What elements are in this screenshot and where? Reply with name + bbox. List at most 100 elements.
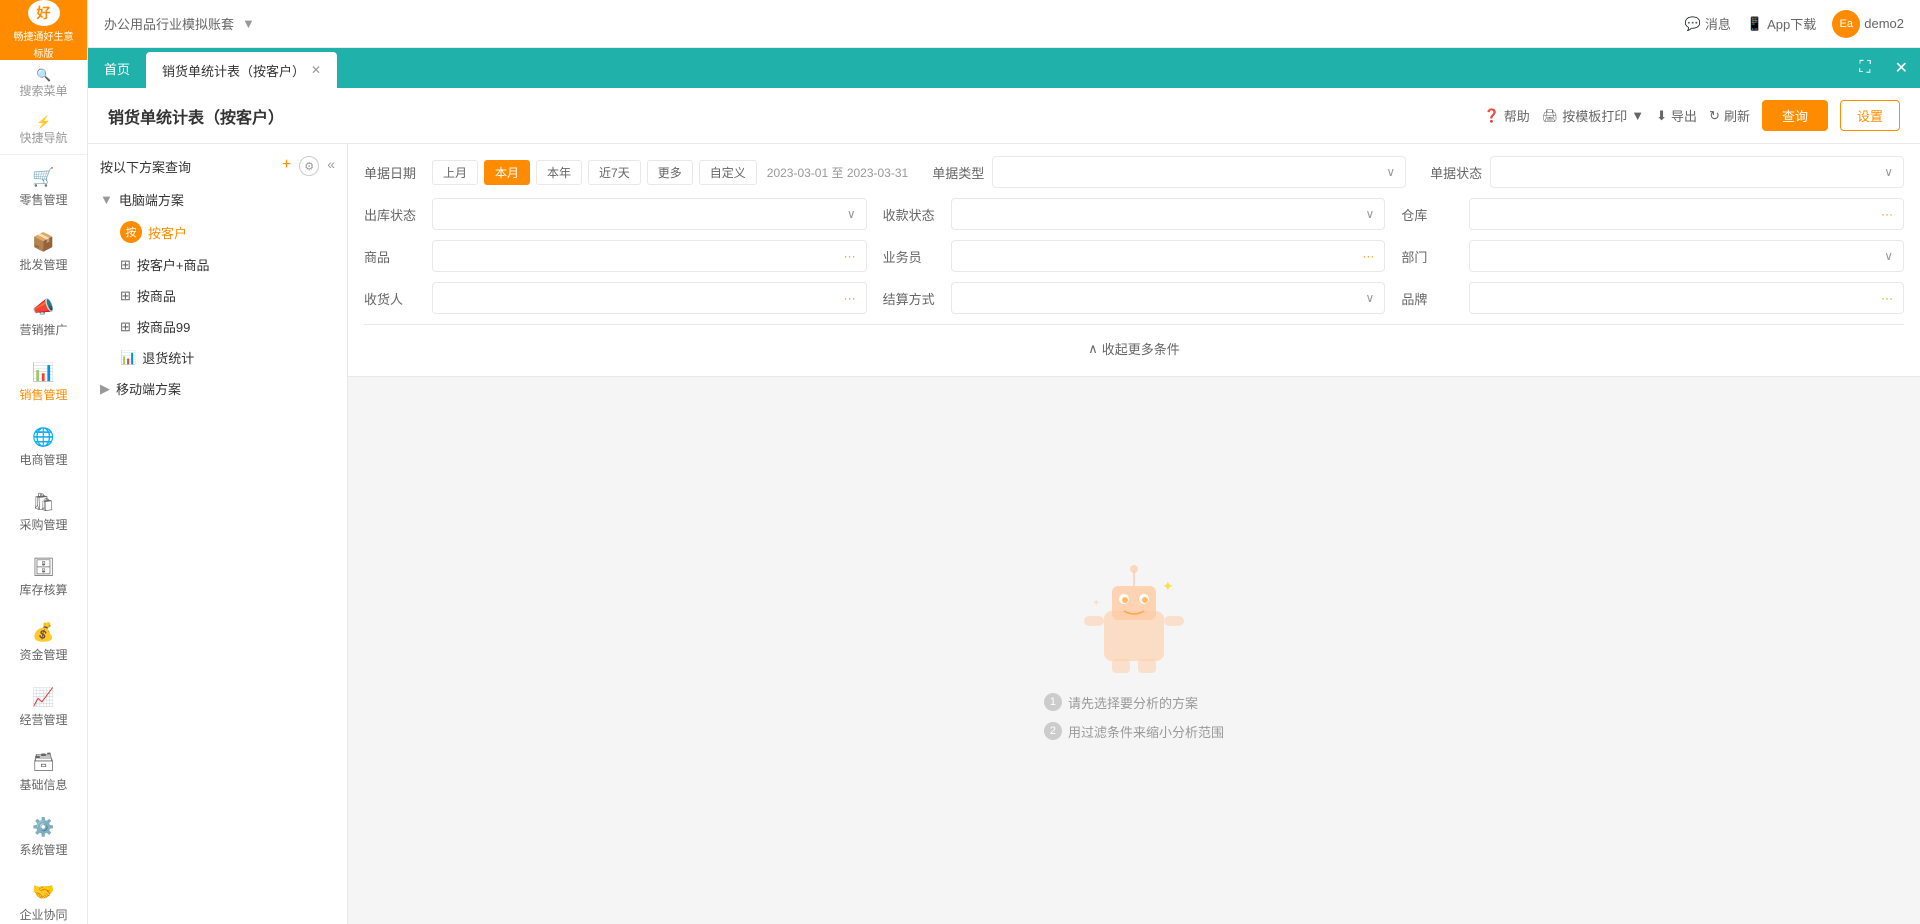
inventory-label: 库存核算 [19,581,67,598]
order-type-select[interactable]: ∨ [992,156,1406,188]
staff-select[interactable]: ··· [951,240,1386,272]
step2-text: 用过滤条件来缩小分析范围 [1068,722,1224,741]
refresh-btn[interactable]: ↻ 刷新 [1709,106,1750,125]
sidebar-item-inventory[interactable]: 🗄 库存核算 [0,545,87,610]
out-status-chevron: ∨ [847,207,856,221]
sidebar-item-purchase[interactable]: 🛍 采购管理 [0,480,87,545]
export-label: 导出 [1671,106,1697,125]
operations-icon: 📈 [32,687,54,708]
date-btn-this-year[interactable]: 本年 [536,160,582,185]
date-range: 2023-03-01 至 2023-03-31 [767,164,908,181]
ecommerce-icon: 🌐 [32,427,54,448]
dept-select[interactable]: ∨ [1469,240,1904,272]
sidebar-item-ecommerce[interactable]: 🌐 电商管理 [0,415,87,480]
warehouse-dots[interactable]: ··· [1881,207,1893,221]
date-btn-custom[interactable]: 自定义 [699,160,757,185]
tree-item-customer-goods[interactable]: ⊞ 按客户+商品 [88,249,347,280]
quicknav-label: 快捷导航 [19,129,67,146]
add-scheme-btn[interactable]: + [282,156,291,176]
refresh-label: 刷新 [1724,106,1750,125]
export-btn[interactable]: ⬇ 导出 [1656,106,1697,125]
filter-row-4: 收货人 ··· 结算方式 ∨ [364,282,1904,314]
help-btn[interactable]: ❓ 帮助 [1484,106,1530,125]
order-type-chevron: ∨ [1386,165,1395,179]
tab-expand-btn[interactable]: ⛶ [1847,59,1882,77]
window-close-btn[interactable]: ✕ [1883,58,1920,78]
warehouse-select[interactable]: ··· [1469,198,1904,230]
dept-chevron: ∨ [1884,249,1893,263]
dropdown-icon[interactable]: ▼ [242,16,255,31]
logo-text: 畅捷通好生意 [14,28,74,43]
edit-scheme-btn[interactable]: ⚙ [299,156,319,176]
industry-name: 办公用品行业模拟账套 [104,14,234,33]
filter-row-3: 商品 ··· 业务员 ··· [364,240,1904,272]
tree-pc-arrow: ▼ [100,192,113,207]
sidebar-item-operations[interactable]: 📈 经营管理 [0,675,87,740]
system-icon: ⚙️ [32,817,54,838]
sidebar-item-basic[interactable]: 🗃 基础信息 [0,740,87,805]
dept-label: 部门 [1401,247,1461,266]
settings-button[interactable]: 设置 [1840,100,1900,131]
date-btn-last7[interactable]: 近7天 [588,160,641,185]
receiver-dots[interactable]: ··· [844,291,856,305]
sidebar-item-search[interactable]: 🔍 搜索菜单 [0,60,87,107]
print-btn[interactable]: 🖨 按模板打印 ▼ [1542,106,1644,125]
search-label: 搜索菜单 [19,82,67,99]
tree-section-mobile[interactable]: ▶ 移动端方案 [88,373,347,404]
tree-section-pc[interactable]: ▼ 电脑端方案 [88,184,347,215]
date-btn-this-month[interactable]: 本月 [484,160,530,185]
tree-item-by-goods-99[interactable]: ⊞ 按商品99 [88,311,347,342]
out-status-select[interactable]: ∨ [432,198,867,230]
collapse-panel-btn[interactable]: « [327,156,335,176]
sidebar-item-wholesale[interactable]: 📦 批发管理 [0,220,87,285]
sidebar-item-quicknav[interactable]: ⚡ 快捷导航 [0,107,87,155]
staff-dots[interactable]: ··· [1362,249,1374,263]
order-type-label: 单据类型 [924,163,984,182]
sidebar-item-system[interactable]: ⚙️ 系统管理 [0,805,87,870]
user-area[interactable]: Ea demo2 [1832,10,1904,38]
receiver-select[interactable]: ··· [432,282,867,314]
tree-pc-label: 电脑端方案 [119,190,184,209]
sidebar-item-retail[interactable]: 🛒 零售管理 [0,155,87,220]
tree-item-return-stat[interactable]: 📊 退货统计 [88,342,347,373]
empty-step-1: 1 请先选择要分析的方案 [1044,693,1224,712]
goods-dots[interactable]: ··· [844,249,856,263]
empty-state: ✦ ✦ 1 请先选择要分析的方案 2 用过滤条件来缩小分析范围 [348,377,1920,924]
by-goods-icon: ⊞ [120,288,131,304]
basic-label: 基础信息 [19,776,67,793]
receipt-status-select[interactable]: ∨ [951,198,1386,230]
order-status-select[interactable]: ∨ [1490,156,1904,188]
tab-home[interactable]: 首页 [88,48,146,88]
app-download-btn[interactable]: 📱 App下载 [1747,14,1816,33]
date-btn-more[interactable]: 更多 [647,160,693,185]
message-label: 消息 [1705,14,1731,33]
payment-select[interactable]: ∨ [951,282,1386,314]
sidebar-item-marketing[interactable]: 📣 营销推广 [0,285,87,350]
by-customer-label: 按客户 [148,223,187,242]
payment-label: 结算方式 [883,289,943,308]
tree-item-by-customer[interactable]: 按 按客户 [88,215,347,249]
sidebar-item-cooperation[interactable]: 🤝 企业协同 [0,870,87,924]
search-icon: 🔍 [36,68,51,82]
message-btn[interactable]: 💬 消息 [1685,14,1731,33]
sidebar-item-finance[interactable]: 💰 资金管理 [0,610,87,675]
brand-select[interactable]: ··· [1469,282,1904,314]
date-btn-last-month[interactable]: 上月 [432,160,478,185]
brand-dots[interactable]: ··· [1881,291,1893,305]
sidebar-item-sales[interactable]: 📊 销售管理 [0,350,87,415]
date-label: 单据日期 [364,163,424,182]
date-buttons: 上月 本月 本年 近7天 更多 自定义 2023-03-01 至 2023-03… [432,160,908,185]
tree-item-by-goods[interactable]: ⊞ 按商品 [88,280,347,311]
out-status-label: 出库状态 [364,205,424,224]
by-goods-99-label: 按商品99 [137,317,190,336]
query-button[interactable]: 查询 [1762,100,1828,131]
tab-sales-stat[interactable]: 销货单统计表（按客户） ✕ [146,52,337,88]
avatar-text: Ea [1840,18,1853,30]
return-stat-label: 退货统计 [142,348,194,367]
active-indicator: 按 [120,221,142,243]
tab-close-btn[interactable]: ✕ [311,63,321,77]
print-dropdown-icon: ▼ [1631,108,1644,123]
collapse-filters-btn[interactable]: ∧ 收起更多条件 [364,333,1904,364]
app-download-label: App下载 [1767,14,1816,33]
goods-select[interactable]: ··· [432,240,867,272]
